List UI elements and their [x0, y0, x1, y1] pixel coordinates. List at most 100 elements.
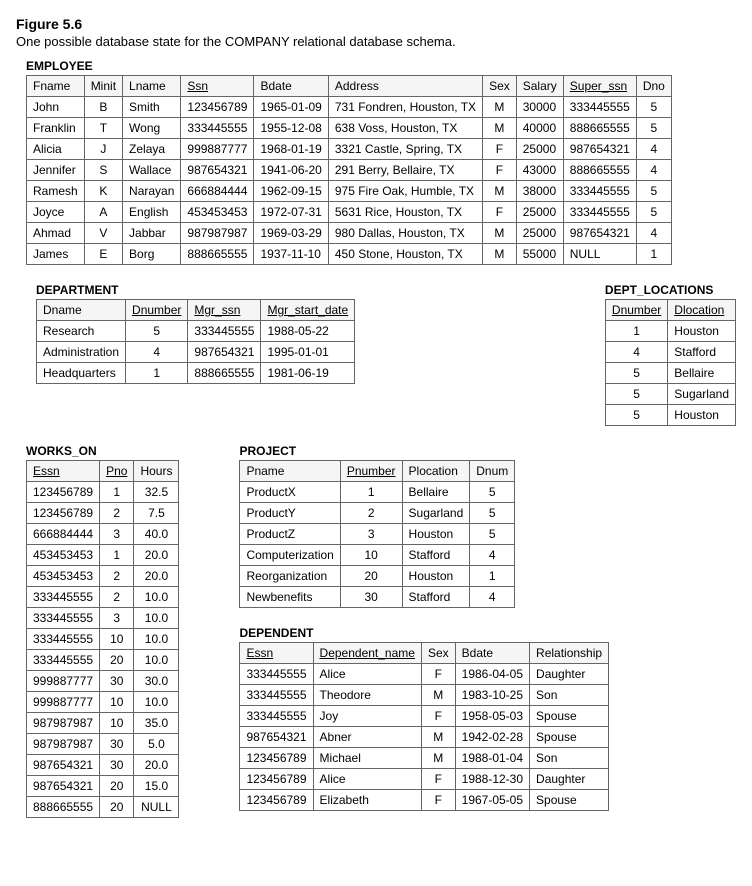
table-row: 9998877771010.0 [27, 692, 179, 713]
table-cell: 30.0 [134, 671, 179, 692]
table-cell: M [421, 685, 455, 706]
table-cell: Daughter [530, 769, 609, 790]
table-cell: 1958-05-03 [455, 706, 529, 727]
table-cell: 43000 [516, 160, 563, 181]
table-cell: 10.0 [134, 650, 179, 671]
column-header: Essn [240, 643, 313, 664]
table-row: 1Houston [605, 321, 735, 342]
table-cell: 987987987 [181, 223, 254, 244]
department-label: DEPARTMENT [36, 283, 355, 297]
table-cell: John [27, 97, 85, 118]
table-cell: 1 [100, 482, 134, 503]
table-cell: 5631 Rice, Houston, TX [328, 202, 482, 223]
table-row: JoyceAEnglish4534534531972-07-315631 Ric… [27, 202, 672, 223]
table-cell: 888665555 [27, 797, 100, 818]
table-cell: 25000 [516, 139, 563, 160]
table-cell: 38000 [516, 181, 563, 202]
table-cell: 10.0 [134, 608, 179, 629]
table-row: JohnBSmith1234567891965-01-09731 Fondren… [27, 97, 672, 118]
column-header: Plocation [402, 461, 470, 482]
table-cell: 2 [100, 587, 134, 608]
table-cell: Houston [668, 321, 736, 342]
table-row: 5Sugarland [605, 384, 735, 405]
table-cell: 999887777 [27, 692, 100, 713]
table-cell: 3 [100, 608, 134, 629]
table-cell: 4 [636, 160, 671, 181]
table-cell: 40.0 [134, 524, 179, 545]
table-cell: 4 [470, 545, 515, 566]
table-cell: 987654321 [188, 342, 261, 363]
table-cell: Alice [313, 664, 421, 685]
table-cell: 5 [636, 181, 671, 202]
project-table: PnamePnumberPlocationDnumProductX1Bellai… [239, 460, 515, 608]
table-cell: English [123, 202, 181, 223]
column-header: Pname [240, 461, 340, 482]
column-header: Dnumber [605, 300, 667, 321]
table-cell: A [84, 202, 122, 223]
table-row: ProductY2Sugarland5 [240, 503, 515, 524]
column-header: Pno [100, 461, 134, 482]
table-cell: 20.0 [134, 755, 179, 776]
table-cell: 20 [100, 776, 134, 797]
column-header: Dname [37, 300, 126, 321]
table-cell: 10 [100, 629, 134, 650]
table-row: 9879879871035.0 [27, 713, 179, 734]
table-cell: E [84, 244, 122, 265]
table-cell: Houston [402, 524, 470, 545]
table-cell: Son [530, 685, 609, 706]
table-cell: NULL [134, 797, 179, 818]
table-cell: Son [530, 748, 609, 769]
table-cell: 1 [100, 545, 134, 566]
table-cell: F [483, 139, 517, 160]
column-header: Dlocation [668, 300, 736, 321]
table-cell: T [84, 118, 122, 139]
table-row: 333445555TheodoreM1983-10-25Son [240, 685, 609, 706]
table-cell: Jennifer [27, 160, 85, 181]
table-cell: 333445555 [240, 685, 313, 706]
table-row: Newbenefits30Stafford4 [240, 587, 515, 608]
table-cell: 987987987 [27, 713, 100, 734]
table-cell: 20.0 [134, 545, 179, 566]
table-cell: 975 Fire Oak, Humble, TX [328, 181, 482, 202]
table-cell: 987654321 [181, 160, 254, 181]
table-row: 3334455552010.0 [27, 650, 179, 671]
table-cell: Alice [313, 769, 421, 790]
table-row: 453453453220.0 [27, 566, 179, 587]
table-row: 123456789AliceF1988-12-30Daughter [240, 769, 609, 790]
table-cell: 1988-01-04 [455, 748, 529, 769]
table-cell: 10 [100, 692, 134, 713]
table-row: 9876543213020.0 [27, 755, 179, 776]
table-cell: 333445555 [240, 706, 313, 727]
table-cell: 10.0 [134, 629, 179, 650]
table-cell: 453453453 [181, 202, 254, 223]
table-cell: 1988-05-22 [261, 321, 355, 342]
column-header: Dnum [470, 461, 515, 482]
table-cell: 980 Dallas, Houston, TX [328, 223, 482, 244]
table-cell: 20 [340, 566, 402, 587]
table-cell: 666884444 [27, 524, 100, 545]
table-row: 123456789ElizabethF1967-05-05Spouse [240, 790, 609, 811]
table-cell: 25000 [516, 223, 563, 244]
table-cell: 123456789 [27, 503, 100, 524]
table-cell: Headquarters [37, 363, 126, 384]
department-table: DnameDnumberMgr_ssnMgr_start_dateResearc… [36, 299, 355, 384]
table-cell: 333445555 [240, 664, 313, 685]
table-cell: 5.0 [134, 734, 179, 755]
table-cell: 1 [605, 321, 667, 342]
table-cell: 32.5 [134, 482, 179, 503]
dependent-label: DEPENDENT [239, 626, 609, 640]
table-cell: 987654321 [563, 223, 636, 244]
table-cell: 333445555 [188, 321, 261, 342]
table-cell: F [483, 160, 517, 181]
table-cell: Daughter [530, 664, 609, 685]
table-cell: M [483, 181, 517, 202]
table-cell: 10.0 [134, 692, 179, 713]
table-cell: 5 [470, 482, 515, 503]
column-header: Sex [421, 643, 455, 664]
table-cell: 4 [126, 342, 188, 363]
table-cell: 30 [100, 671, 134, 692]
column-header: Pnumber [340, 461, 402, 482]
table-cell: 7.5 [134, 503, 179, 524]
table-cell: S [84, 160, 122, 181]
table-cell: 5 [605, 384, 667, 405]
